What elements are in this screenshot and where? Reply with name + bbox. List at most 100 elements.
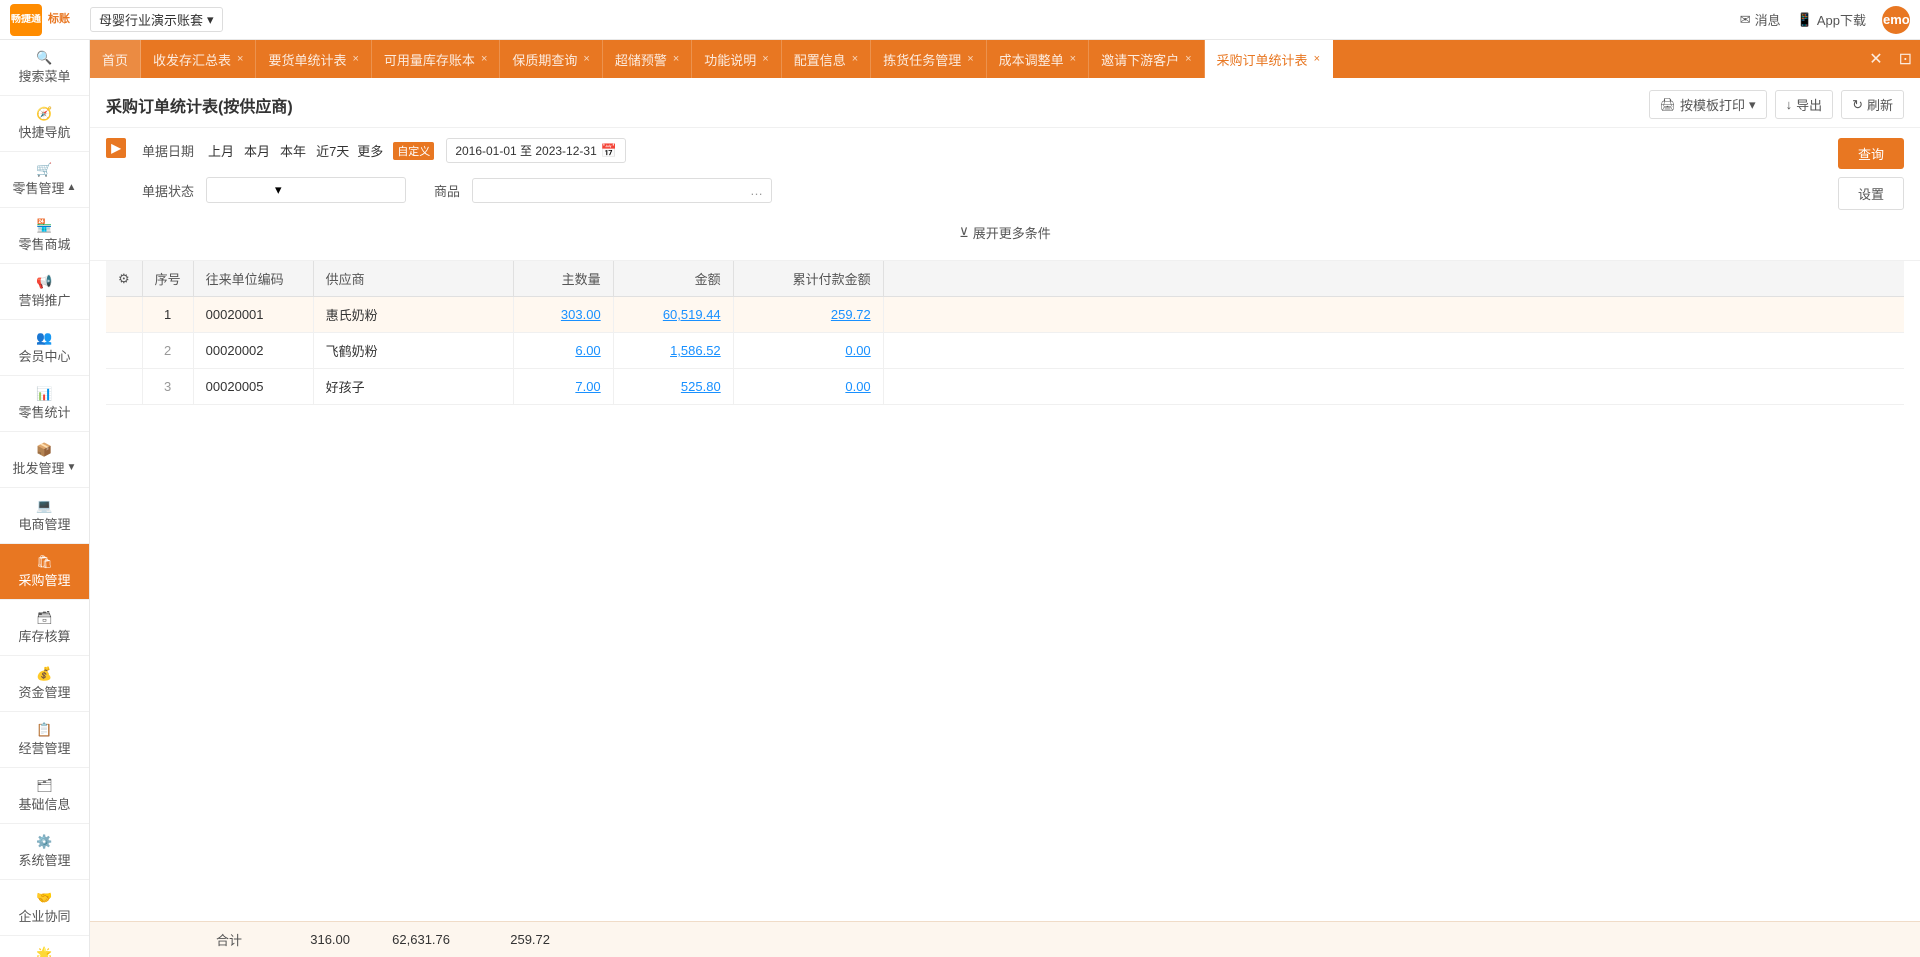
message-button[interactable]: ✉ 消息: [1740, 10, 1781, 29]
basics-icon: 🗂: [4, 778, 85, 794]
sidebar-item-marketing-label: 营销推广: [4, 290, 85, 309]
footer-amount-value: 62,631.76: [362, 932, 462, 947]
tab-home[interactable]: 首页: [90, 40, 141, 78]
tab-config-info[interactable]: 配置信息 ×: [782, 40, 871, 78]
row-qty[interactable]: 6.00: [513, 333, 613, 369]
data-table: ⚙ 序号 往来单位编码 供应商 主数量 金额 累计付款金额 1: [106, 261, 1904, 405]
tab-pick-task-close-icon[interactable]: ×: [967, 53, 973, 65]
toggle-filter-button[interactable]: ▶: [106, 138, 126, 158]
page-title: 采购订单统计表(按供应商): [106, 93, 1649, 117]
logo-subtitle: 标账: [48, 13, 70, 26]
tab-pick-task[interactable]: 拣货任务管理 ×: [871, 40, 986, 78]
page-header: 采购订单统计表(按供应商) 🖨 按模板打印 ▾ ↓ 导出 ↻ 刷新: [90, 78, 1920, 128]
row-amount[interactable]: 1,586.52: [613, 333, 733, 369]
status-select[interactable]: ▾: [206, 177, 406, 203]
logo-brand: 标账: [48, 13, 70, 26]
content-area: 首页 收发存汇总表 × 要货单统计表 × 可用量库存账本 × 保质期查询 × 超…: [90, 40, 1920, 957]
tab-func-desc[interactable]: 功能说明 ×: [692, 40, 781, 78]
expand-filter-button[interactable]: ⊻ 展开更多条件: [947, 219, 1063, 246]
goods-more-icon[interactable]: …: [750, 183, 763, 198]
tab-order-stats-close-icon[interactable]: ×: [352, 53, 358, 65]
tab-purchase-stats-close-icon[interactable]: ×: [1314, 53, 1320, 65]
tab-usable-inventory-close-icon[interactable]: ×: [481, 53, 487, 65]
sidebar-item-member[interactable]: 👥 会员中心: [0, 320, 89, 376]
query-button[interactable]: 查询: [1838, 138, 1904, 169]
refresh-button[interactable]: ↻ 刷新: [1841, 90, 1904, 119]
tab-close-all-icon[interactable]: ✕: [1861, 45, 1890, 73]
row-paid[interactable]: 0.00: [733, 369, 883, 405]
sidebar-item-retail-stats[interactable]: 📊 零售统计: [0, 376, 89, 432]
print-button[interactable]: 🖨 按模板打印 ▾: [1649, 90, 1767, 119]
goods-input[interactable]: …: [472, 178, 772, 203]
tab-recv-send[interactable]: 收发存汇总表 ×: [141, 40, 256, 78]
tab-invite-downstream-close-icon[interactable]: ×: [1185, 53, 1191, 65]
tab-cost-adjust-label: 成本调整单: [999, 50, 1064, 69]
sidebar-item-inventory[interactable]: 🗃 库存核算: [0, 600, 89, 656]
row-qty[interactable]: 7.00: [513, 369, 613, 405]
filter-col-left: 单据日期 上月 本月 本年 近7天 更多 自定义 2016-01-01 至 20…: [142, 138, 772, 211]
page-actions: 🖨 按模板打印 ▾ ↓ 导出 ↻ 刷新: [1649, 90, 1905, 119]
tab-invite-downstream[interactable]: 邀请下游客户 ×: [1089, 40, 1204, 78]
tab-bar-end: ✕ ⊡: [1861, 45, 1920, 73]
sidebar-item-ecommerce[interactable]: 💻 电商管理: [0, 488, 89, 544]
col-code-header: 往来单位编码: [193, 261, 313, 297]
tab-config-info-label: 配置信息: [794, 50, 846, 69]
workspace-selector[interactable]: 母婴行业演示账套 ▾: [90, 7, 223, 32]
row-empty: [883, 297, 1904, 333]
main-container: 🔍 搜索菜单 🧭 快捷导航 🛒 零售管理 ▲ 🏪 零售商城 📢 营销推广 👥 会…: [0, 40, 1920, 957]
shortcut-last-month[interactable]: 上月: [206, 141, 236, 160]
sidebar-item-system[interactable]: ⚙️ 系统管理: [0, 824, 89, 880]
row-paid[interactable]: 0.00: [733, 333, 883, 369]
expand-filter-label: 展开更多条件: [973, 223, 1051, 242]
tab-overstock-close-icon[interactable]: ×: [673, 53, 679, 65]
sidebar-item-newcomer[interactable]: 🌟 新手引导: [0, 936, 89, 957]
tab-more-icon[interactable]: ⊡: [1891, 45, 1920, 73]
export-button[interactable]: ↓ 导出: [1775, 90, 1834, 119]
app-download-button[interactable]: 📱 App下载: [1797, 10, 1866, 29]
tab-config-info-close-icon[interactable]: ×: [852, 53, 858, 65]
row-amount[interactable]: 60,519.44: [613, 297, 733, 333]
status-label: 单据状态: [142, 181, 194, 200]
shortcut-this-year[interactable]: 本年: [278, 141, 308, 160]
sidebar-item-member-label: 会员中心: [4, 346, 85, 365]
setting-button[interactable]: 设置: [1838, 177, 1904, 210]
shortcut-this-month[interactable]: 本月: [242, 141, 272, 160]
tab-warranty-close-icon[interactable]: ×: [583, 53, 589, 65]
sidebar-item-retail-mgmt[interactable]: 🛒 零售管理 ▲: [0, 152, 89, 208]
row-num: 1: [142, 297, 193, 333]
col-settings[interactable]: ⚙: [106, 261, 142, 297]
row-num: 3: [142, 369, 193, 405]
row-qty[interactable]: 303.00: [513, 297, 613, 333]
sidebar-item-quick-nav[interactable]: 🧭 快捷导航: [0, 96, 89, 152]
tab-usable-inventory[interactable]: 可用量库存账本 ×: [372, 40, 500, 78]
sidebar-item-marketing[interactable]: 📢 营销推广: [0, 264, 89, 320]
print-label: 按模板打印: [1680, 95, 1745, 114]
col-qty-header: 主数量: [513, 261, 613, 297]
sidebar-item-basics[interactable]: 🗂 基础信息: [0, 768, 89, 824]
tab-warranty[interactable]: 保质期查询 ×: [500, 40, 602, 78]
tab-func-desc-label: 功能说明: [704, 50, 756, 69]
refresh-icon: ↻: [1852, 97, 1863, 113]
shortcut-7days[interactable]: 近7天: [314, 141, 351, 160]
sidebar-item-purchase[interactable]: 🛍 采购管理: [0, 544, 89, 600]
tab-order-stats[interactable]: 要货单统计表 ×: [256, 40, 371, 78]
avatar[interactable]: demo2: [1882, 6, 1910, 34]
row-paid[interactable]: 259.72: [733, 297, 883, 333]
row-settings: [106, 369, 142, 405]
tab-func-desc-close-icon[interactable]: ×: [762, 53, 768, 65]
filter-top-row: ▶ 单据日期 上月 本月 本年 近7天 更多 自定义: [106, 138, 1904, 211]
sidebar-item-enterprise-collab[interactable]: 🤝 企业协同: [0, 880, 89, 936]
tab-recv-send-close-icon[interactable]: ×: [237, 53, 243, 65]
sidebar-item-wholesale[interactable]: 📦 批发管理 ▼: [0, 432, 89, 488]
sidebar-item-retail-mall[interactable]: 🏪 零售商城: [0, 208, 89, 264]
sidebar-item-finance[interactable]: 💰 资金管理: [0, 656, 89, 712]
sidebar-item-operations[interactable]: 📋 经营管理: [0, 712, 89, 768]
tab-cost-adjust-close-icon[interactable]: ×: [1070, 53, 1076, 65]
col-paid-header: 累计付款金额: [733, 261, 883, 297]
date-more-button[interactable]: 更多: [357, 141, 383, 160]
tab-overstock[interactable]: 超储预警 ×: [603, 40, 692, 78]
sidebar-item-search[interactable]: 🔍 搜索菜单: [0, 40, 89, 96]
tab-cost-adjust[interactable]: 成本调整单 ×: [987, 40, 1089, 78]
row-amount[interactable]: 525.80: [613, 369, 733, 405]
tab-purchase-stats[interactable]: 采购订单统计表 ×: [1205, 40, 1333, 78]
